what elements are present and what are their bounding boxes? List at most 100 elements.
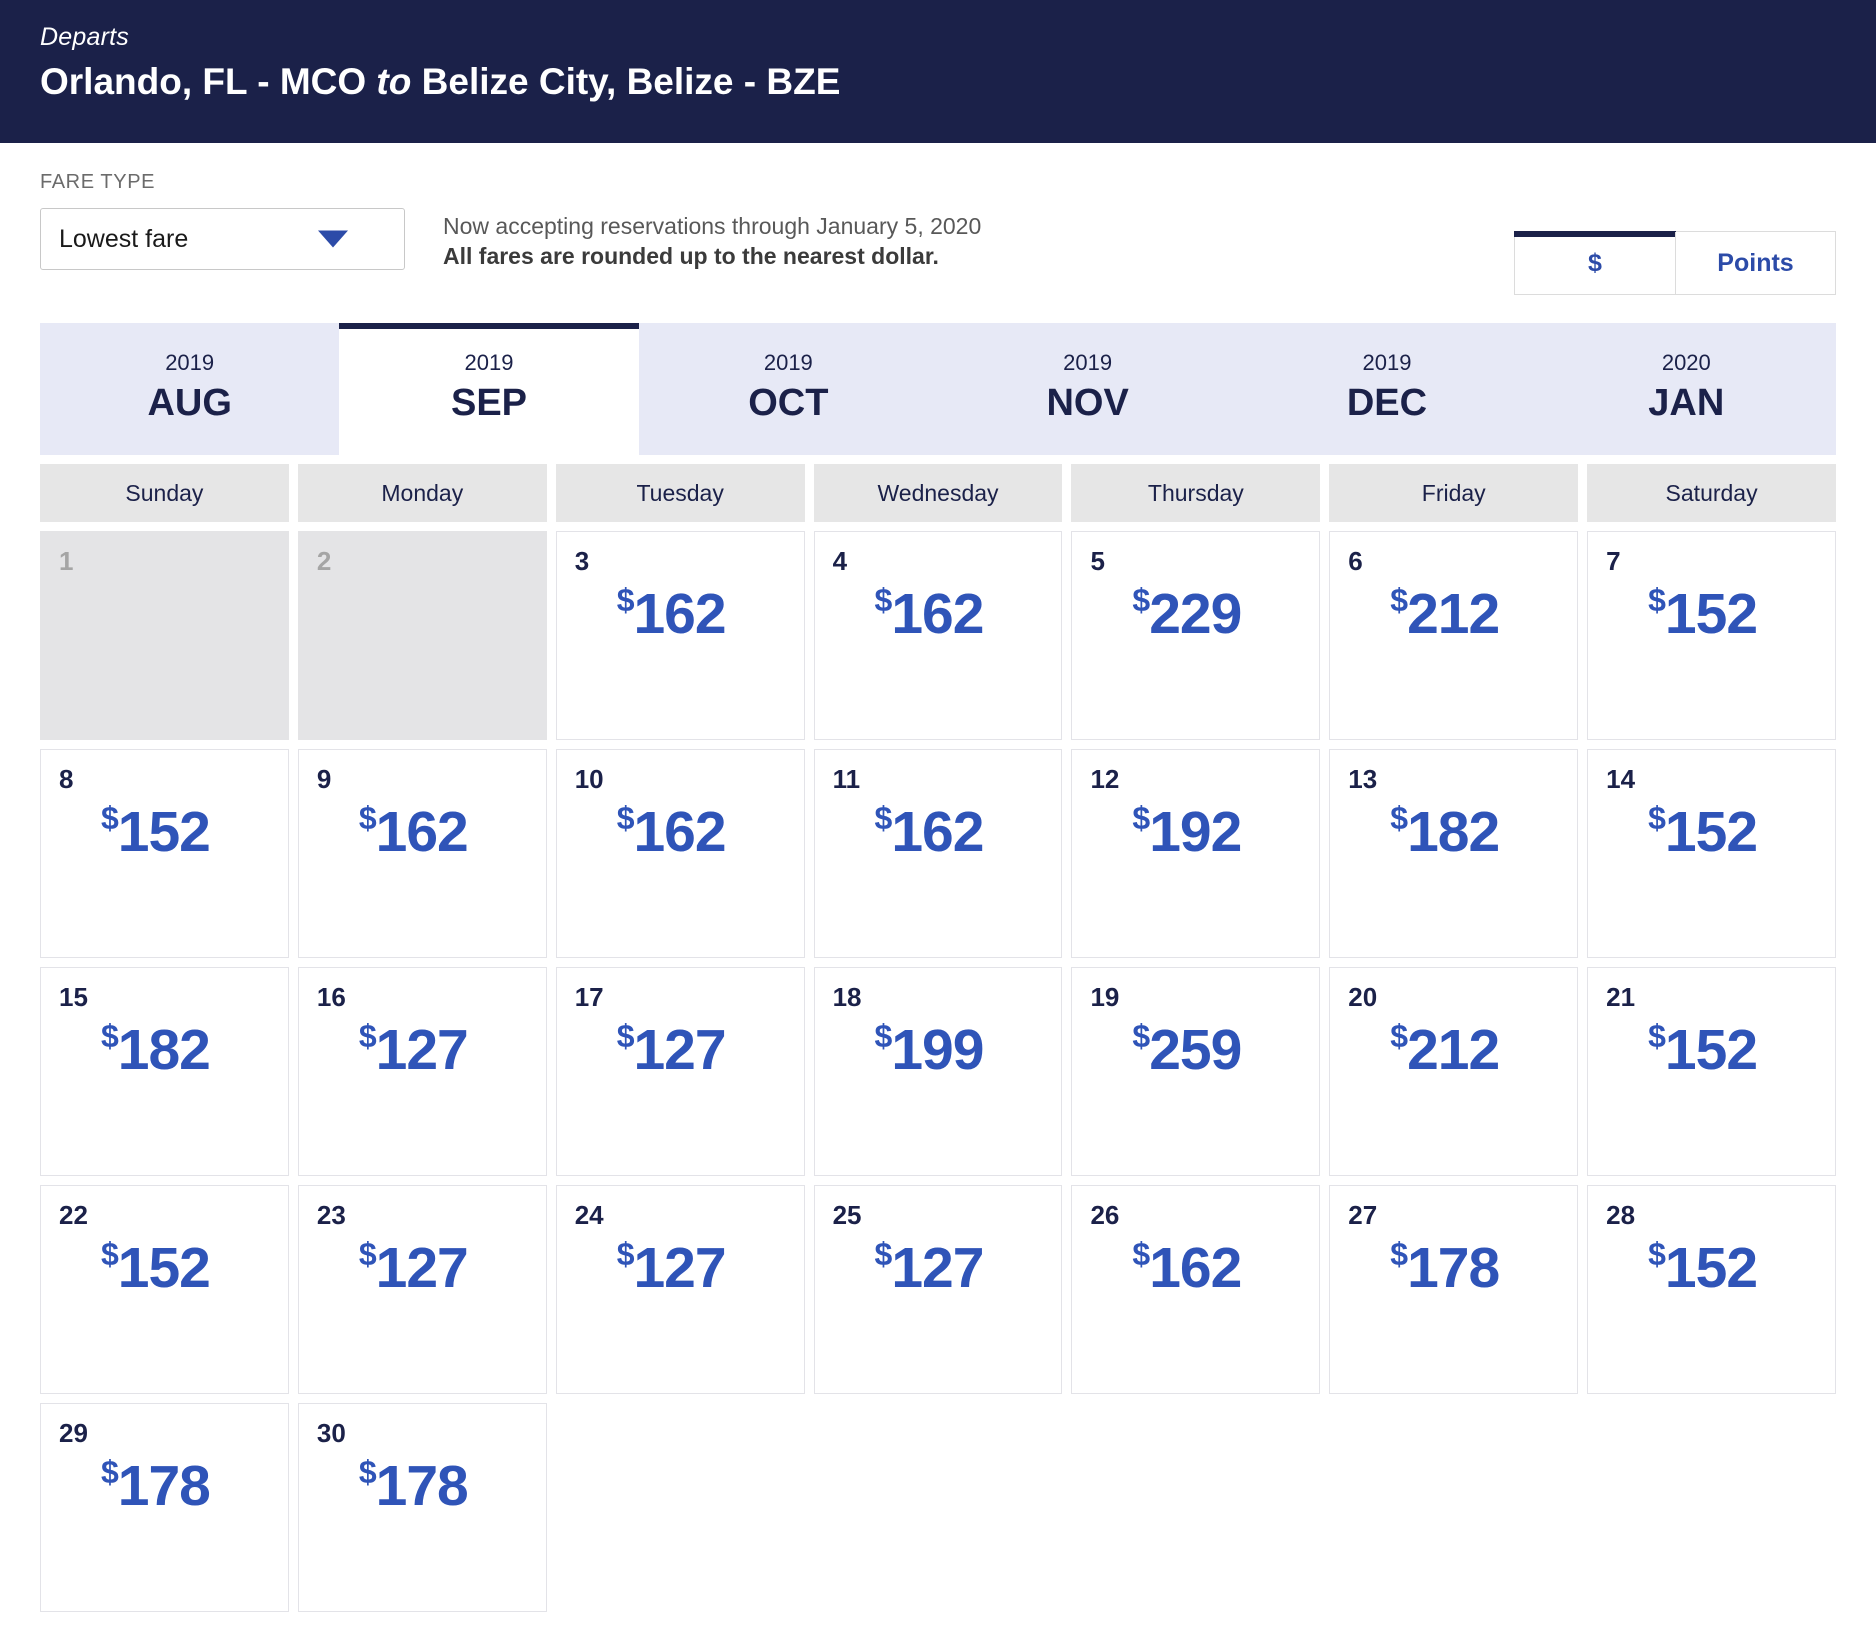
currency-option-points[interactable]: Points	[1675, 232, 1835, 294]
calendar-day-cell[interactable]: 30 $178	[297, 1403, 547, 1612]
fare-amount: 152	[1664, 800, 1758, 864]
calendar-day-cell[interactable]: 24 $127	[555, 1185, 805, 1394]
calendar-day-cell[interactable]: 8 $152	[40, 749, 289, 958]
fare-price: $212	[1330, 1020, 1577, 1079]
fare-price: $182	[41, 1020, 288, 1079]
fare-price: $127	[299, 1238, 546, 1297]
calendar-grid: 1 2 3 $162 4 $162 5 $229 6 $212 7 $152 8 $152 9 $162 10 $…	[40, 531, 1837, 1612]
fare-amount: 178	[375, 1454, 469, 1518]
fare-amount: 178	[1407, 1236, 1500, 1300]
fare-price: $178	[41, 1456, 288, 1515]
calendar-day-cell[interactable]: 5 $229	[1071, 531, 1321, 740]
chevron-down-icon	[318, 230, 348, 248]
month-tab-bar: 2019 AUG 2019 SEP 2019 OCT 2019 NOV 2019 DEC 2020 J…	[40, 323, 1836, 455]
day-number: 11	[832, 764, 861, 794]
calendar-day-cell[interactable]: 3 $162	[555, 531, 805, 740]
route-connector: to	[376, 61, 412, 103]
fare-price: $162	[1072, 1238, 1319, 1297]
month-tab-nov[interactable]: 2019 NOV	[937, 323, 1238, 455]
currency-symbol: $	[358, 1018, 377, 1054]
calendar-day-cell[interactable]: 18 $199	[813, 967, 1063, 1176]
day-number: 18	[832, 982, 862, 1012]
currency-symbol: $	[358, 1236, 377, 1272]
month-tab-month: SEP	[450, 382, 528, 425]
month-tab-sep[interactable]: 2019 SEP	[339, 323, 639, 455]
month-tab-year: 2019	[464, 350, 514, 376]
currency-symbol: $	[1648, 582, 1666, 618]
day-number: 6	[1348, 546, 1363, 576]
day-number: 22	[59, 1200, 88, 1230]
day-number: 29	[59, 1418, 88, 1448]
calendar-day-cell: 2	[297, 531, 547, 740]
month-tab-year: 2020	[1661, 350, 1711, 376]
calendar-day-cell[interactable]: 13 $182	[1329, 749, 1579, 958]
currency-symbol: $	[1648, 800, 1666, 836]
calendar-day-cell[interactable]: 25 $127	[813, 1185, 1063, 1394]
fare-type-select[interactable]: Lowest fare	[40, 208, 405, 270]
month-tab-dec[interactable]: 2019 DEC	[1237, 323, 1537, 455]
currency-symbol: $	[1648, 1018, 1666, 1054]
day-number: 10	[574, 764, 604, 794]
fare-price: $127	[557, 1020, 804, 1079]
calendar-day-cell[interactable]: 26 $162	[1071, 1185, 1321, 1394]
fare-amount: 127	[375, 1236, 469, 1300]
calendar-day-cell[interactable]: 16 $127	[297, 967, 547, 1176]
currency-symbol: $	[1390, 582, 1408, 618]
currency-symbol: $	[100, 1018, 119, 1054]
calendar-day-cell[interactable]: 17 $127	[555, 967, 805, 1176]
currency-symbol: $	[100, 1454, 119, 1490]
month-tab-aug[interactable]: 2019 AUG	[40, 323, 340, 455]
currency-symbol: $	[616, 582, 635, 618]
calendar-day-cell[interactable]: 12 $192	[1071, 749, 1321, 958]
currency-symbol: $	[874, 1236, 893, 1272]
calendar-day-cell[interactable]: 15 $182	[40, 967, 289, 1176]
fare-amount: 192	[1149, 800, 1242, 864]
day-number: 21	[1606, 982, 1636, 1012]
calendar-day-cell[interactable]: 11 $162	[813, 749, 1063, 958]
day-number: 26	[1090, 1200, 1120, 1230]
currency-option-dollars[interactable]: $	[1514, 231, 1676, 294]
calendar-cell-empty	[814, 1403, 1063, 1612]
calendar-day-cell[interactable]: 21 $152	[1587, 967, 1837, 1176]
fare-amount: 162	[633, 582, 726, 646]
day-number: 8	[59, 764, 74, 794]
calendar-day-cell[interactable]: 9 $162	[297, 749, 547, 958]
calendar-day-cell[interactable]: 28 $152	[1587, 1185, 1837, 1394]
fare-price: $162	[557, 802, 804, 861]
fare-price: $178	[1330, 1238, 1577, 1297]
fare-price: $127	[557, 1238, 804, 1297]
day-number: 4	[832, 546, 848, 576]
month-tab-oct[interactable]: 2019 OCT	[638, 323, 938, 455]
fare-amount: 152	[117, 1236, 211, 1300]
route-header: Departs Orlando, FL - MCO to Belize City…	[0, 0, 1876, 143]
calendar-cell-empty	[1071, 1403, 1320, 1612]
fare-amount: 229	[1149, 582, 1242, 646]
fare-amount: 127	[633, 1236, 726, 1300]
fare-amount: 199	[891, 1018, 984, 1082]
calendar-day-cell[interactable]: 4 $162	[813, 531, 1063, 740]
route-destination: Belize City, Belize - BZE	[421, 61, 841, 103]
fare-type-value: Lowest fare	[59, 224, 189, 253]
calendar-day-cell[interactable]: 22 $152	[40, 1185, 289, 1394]
day-number: 3	[574, 546, 590, 576]
calendar-day-cell[interactable]: 10 $162	[555, 749, 805, 958]
fare-price: $212	[1330, 584, 1577, 643]
calendar-day-cell[interactable]: 6 $212	[1329, 531, 1579, 740]
calendar-week-row: 8 $152 9 $162 10 $162 11 $162 12 $192 13 $182 14 $152	[40, 749, 1837, 958]
month-tab-jan[interactable]: 2020 JAN	[1536, 323, 1836, 455]
fare-price: $127	[299, 1020, 546, 1079]
fare-amount: 212	[1407, 582, 1500, 646]
calendar-day-cell[interactable]: 7 $152	[1587, 531, 1837, 740]
calendar-day-cell[interactable]: 27 $178	[1329, 1185, 1579, 1394]
currency-symbol: $	[1132, 582, 1150, 618]
fare-price: $178	[299, 1456, 546, 1515]
calendar-day-cell[interactable]: 23 $127	[297, 1185, 547, 1394]
calendar-day-cell[interactable]: 20 $212	[1329, 967, 1579, 1176]
month-tab-month: NOV	[1046, 382, 1129, 425]
month-tab-year: 2019	[763, 350, 813, 376]
controls-bar: FARE TYPE Lowest fare Now accepting rese…	[0, 143, 1876, 323]
calendar-day-cell[interactable]: 29 $178	[40, 1403, 289, 1612]
calendar-day-cell[interactable]: 19 $259	[1071, 967, 1321, 1176]
fare-price: $152	[41, 802, 288, 861]
calendar-day-cell[interactable]: 14 $152	[1587, 749, 1837, 958]
